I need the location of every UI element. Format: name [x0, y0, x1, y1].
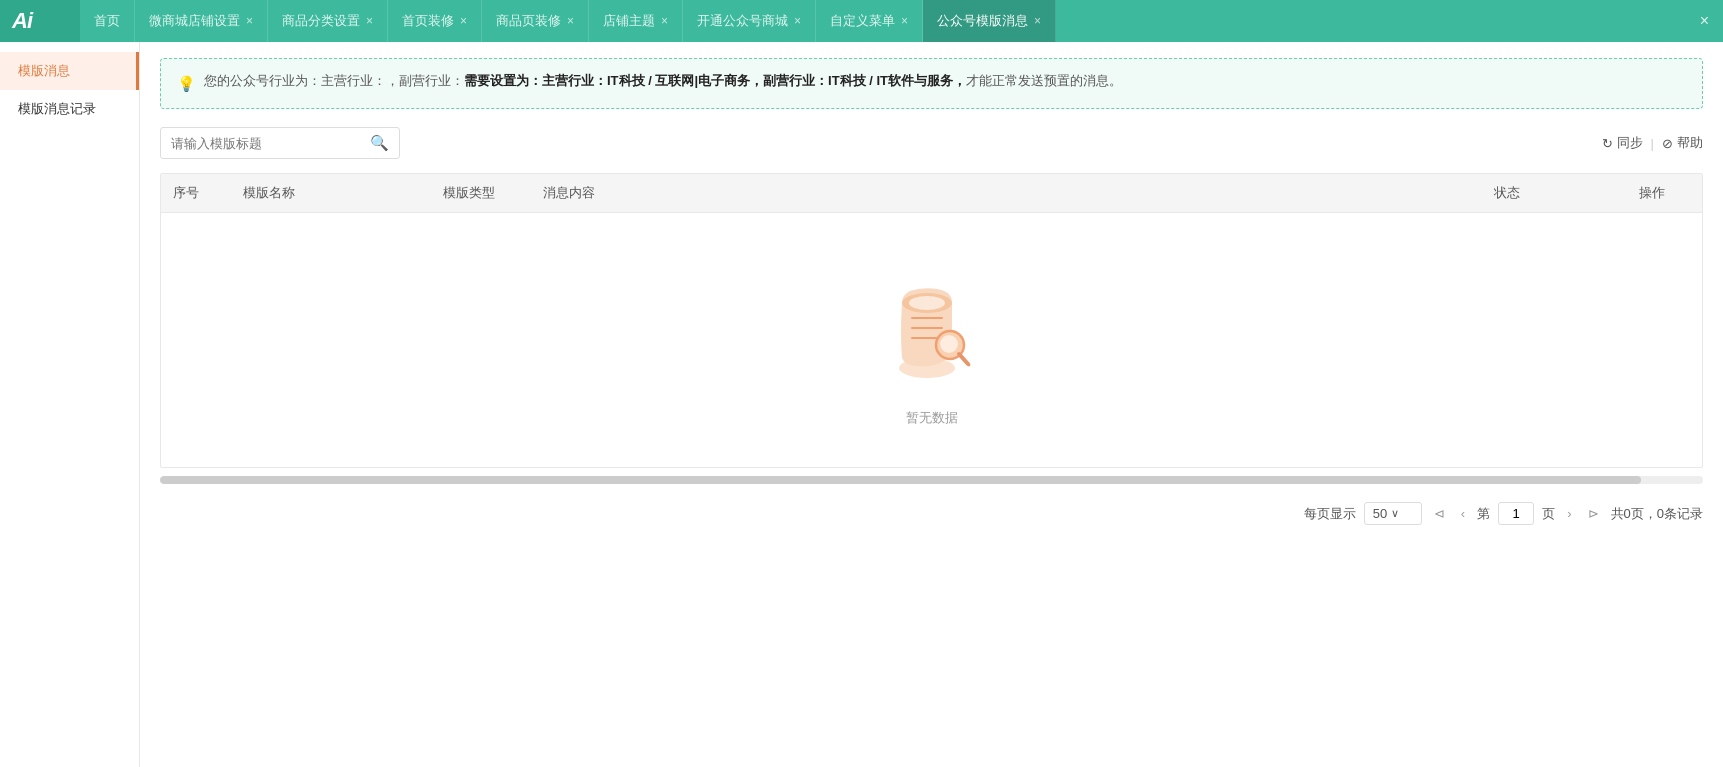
col-seq: 序号: [161, 174, 231, 212]
search-input-wrapper: 🔍: [160, 127, 400, 159]
col-type: 模版类型: [431, 174, 531, 212]
content-area: 💡 您的公众号行业为：主营行业：，副营行业：需要设置为：主营行业：IT科技 / …: [140, 42, 1723, 767]
search-bar: 🔍 ↻ 同步 | ⊘ 帮助: [160, 127, 1703, 159]
nav-tab-close[interactable]: ×: [901, 14, 908, 28]
help-label: 帮助: [1677, 134, 1703, 152]
nav-tab-store-theme[interactable]: 店铺主题 ×: [589, 0, 683, 42]
nav-tab-close[interactable]: ×: [567, 14, 574, 28]
sidebar-item-template-message-record[interactable]: 模版消息记录: [0, 90, 139, 128]
per-page-chevron: ∨: [1391, 507, 1399, 520]
horizontal-scrollbar[interactable]: [160, 476, 1703, 484]
sidebar-item-template-message[interactable]: 模版消息: [0, 52, 139, 90]
nav-tab-label: 店铺主题: [603, 12, 655, 30]
per-page-select[interactable]: 50 ∨: [1364, 502, 1422, 525]
nav-tab-close[interactable]: ×: [661, 14, 668, 28]
first-page-button[interactable]: ⊲: [1430, 504, 1449, 523]
prev-page-button[interactable]: ‹: [1457, 504, 1469, 523]
page-label: 第: [1477, 505, 1490, 523]
nav-tab-home-decor[interactable]: 首页装修 ×: [388, 0, 482, 42]
nav-tab-label: 自定义菜单: [830, 12, 895, 30]
nav-tab-category-settings[interactable]: 商品分类设置 ×: [268, 0, 388, 42]
nav-tab-home[interactable]: 首页: [80, 0, 135, 42]
col-status: 状态: [1482, 174, 1602, 212]
data-table: 序号 模版名称 模版类型 消息内容 状态 操作: [160, 173, 1703, 468]
close-all-button[interactable]: ×: [1686, 12, 1723, 30]
top-nav: Ai 首页微商城店铺设置×商品分类设置×首页装修×商品页装修×店铺主题×开通公众…: [0, 0, 1723, 42]
nav-tab-shop-settings[interactable]: 微商城店铺设置 ×: [135, 0, 268, 42]
sidebar: 模版消息模版消息记录: [0, 42, 140, 767]
empty-illustration: [872, 273, 992, 393]
search-input[interactable]: [161, 130, 360, 157]
nav-tab-template-message[interactable]: 公众号模版消息 ×: [923, 0, 1056, 42]
notice-text: 您的公众号行业为：主营行业：，副营行业：需要设置为：主营行业：IT科技 / 互联…: [204, 71, 1122, 92]
logo-area: Ai: [0, 0, 80, 42]
nav-tab-close[interactable]: ×: [460, 14, 467, 28]
svg-line-9: [959, 354, 968, 364]
nav-tab-open-wechat-mall[interactable]: 开通公众号商城 ×: [683, 0, 816, 42]
notice-banner: 💡 您的公众号行业为：主营行业：，副营行业：需要设置为：主营行业：IT科技 / …: [160, 58, 1703, 109]
nav-tab-label: 公众号模版消息: [937, 12, 1028, 30]
page-suffix: 页: [1542, 505, 1555, 523]
nav-tab-close[interactable]: ×: [794, 14, 801, 28]
col-action: 操作: [1602, 174, 1702, 212]
logo: Ai: [12, 8, 32, 34]
empty-state: 暂无数据: [161, 213, 1702, 467]
sync-button[interactable]: ↻ 同步: [1602, 134, 1643, 152]
col-content: 消息内容: [531, 174, 1482, 212]
page-number-input[interactable]: [1498, 502, 1534, 525]
help-icon: ⊘: [1662, 136, 1673, 151]
total-info: 共0页，0条记录: [1611, 505, 1703, 523]
nav-tab-label: 首页装修: [402, 12, 454, 30]
per-page-label: 每页显示: [1304, 505, 1356, 523]
nav-tab-custom-menu[interactable]: 自定义菜单 ×: [816, 0, 923, 42]
empty-text: 暂无数据: [906, 409, 958, 427]
last-page-button[interactable]: ⊳: [1584, 504, 1603, 523]
table-header: 序号 模版名称 模版类型 消息内容 状态 操作: [161, 174, 1702, 213]
per-page-value: 50: [1373, 506, 1387, 521]
pagination: 每页显示 50 ∨ ⊲ ‹ 第 页 › ⊳ 共0页，0条记录: [160, 492, 1703, 535]
nav-tab-close[interactable]: ×: [246, 14, 253, 28]
bulb-icon: 💡: [177, 72, 196, 96]
help-button[interactable]: ⊘ 帮助: [1662, 134, 1703, 152]
svg-point-7: [940, 335, 958, 353]
nav-tab-label: 开通公众号商城: [697, 12, 788, 30]
nav-tab-label: 首页: [94, 12, 120, 30]
next-page-button[interactable]: ›: [1563, 504, 1575, 523]
nav-tab-label: 微商城店铺设置: [149, 12, 240, 30]
svg-point-2: [909, 296, 945, 310]
scroll-thumb: [160, 476, 1641, 484]
nav-tab-close[interactable]: ×: [366, 14, 373, 28]
sync-label: 同步: [1617, 134, 1643, 152]
main-layout: 模版消息模版消息记录 💡 您的公众号行业为：主营行业：，副营行业：需要设置为：主…: [0, 42, 1723, 767]
nav-tab-close[interactable]: ×: [1034, 14, 1041, 28]
sync-icon: ↻: [1602, 136, 1613, 151]
nav-tab-label: 商品分类设置: [282, 12, 360, 30]
search-button[interactable]: 🔍: [360, 128, 399, 158]
search-actions: ↻ 同步 | ⊘ 帮助: [1602, 134, 1703, 152]
nav-tab-label: 商品页装修: [496, 12, 561, 30]
nav-tab-product-decor[interactable]: 商品页装修 ×: [482, 0, 589, 42]
col-name: 模版名称: [231, 174, 431, 212]
divider: |: [1651, 136, 1654, 151]
